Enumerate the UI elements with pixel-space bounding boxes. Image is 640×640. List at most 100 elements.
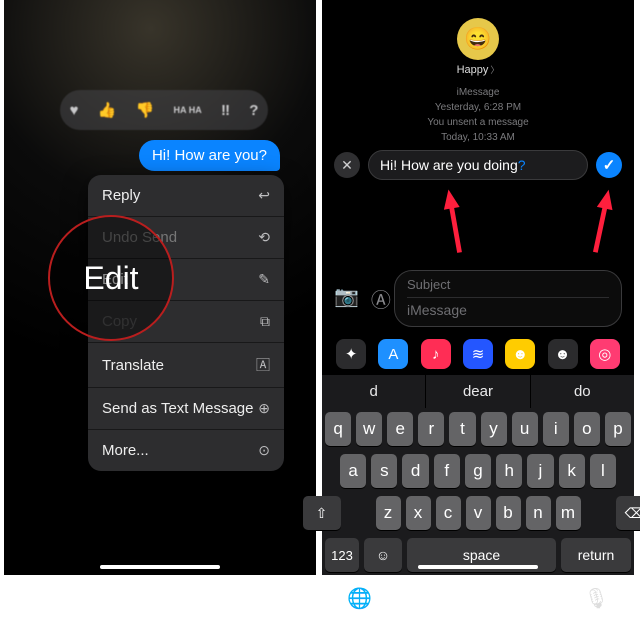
timestamp: Today, 10:33 AM <box>322 130 634 145</box>
thumbsdown-icon[interactable]: 👎 <box>136 101 155 119</box>
home-indicator[interactable] <box>418 565 538 569</box>
prediction[interactable]: dear <box>426 375 530 408</box>
key-shift[interactable]: ⇧ <box>303 496 341 530</box>
app-icon[interactable]: ♪ <box>421 339 451 369</box>
menu-more[interactable]: More... ⊙ <box>88 430 284 471</box>
timestamp: Yesterday, 6:28 PM <box>322 100 634 115</box>
key-y[interactable]: y <box>481 412 507 446</box>
key-return[interactable]: return <box>561 538 631 572</box>
key-w[interactable]: w <box>356 412 382 446</box>
menu-undo-send[interactable]: Undo Send ⟲ <box>88 217 284 259</box>
globe-icon[interactable]: 🌐 <box>347 586 372 611</box>
key-o[interactable]: o <box>574 412 600 446</box>
message-field[interactable]: iMessage <box>407 298 609 318</box>
conversation-header[interactable]: 😄 Happy〉 <box>322 18 634 76</box>
key-z[interactable]: z <box>376 496 401 530</box>
label: Undo Send <box>102 229 177 246</box>
compose-field[interactable]: Subject iMessage <box>394 270 622 327</box>
app-icon[interactable]: A <box>378 339 408 369</box>
key-x[interactable]: x <box>406 496 431 530</box>
label: Copy <box>102 313 137 330</box>
imessage-app-strip[interactable]: ✦ A ♪ ≋ ☻ ☻ ◎ <box>322 335 634 373</box>
unsent-notice: You unsent a message <box>322 115 634 130</box>
app-icon[interactable]: ≋ <box>463 339 493 369</box>
app-icon[interactable]: ✦ <box>336 339 366 369</box>
key-m[interactable]: m <box>556 496 581 530</box>
send-icon: ⊕ <box>258 400 270 417</box>
app-icon[interactable]: ☻ <box>505 339 535 369</box>
key-n[interactable]: n <box>526 496 551 530</box>
sent-message[interactable]: Hi! How are you? <box>139 140 280 171</box>
annotation-arrow <box>587 185 617 257</box>
key-d[interactable]: d <box>402 454 428 488</box>
menu-edit[interactable]: Edit ✎ <box>88 259 284 301</box>
key-k[interactable]: k <box>559 454 585 488</box>
menu-copy[interactable]: Copy ⧉ <box>88 301 284 343</box>
left-screenshot: ♥ 👍 👎 HA HA ‼ ? Hi! How are you? Reply ↩… <box>4 0 316 575</box>
key-123[interactable]: 123 <box>325 538 359 572</box>
key-r[interactable]: r <box>418 412 444 446</box>
kb-row-3: ⇧zxcvbnm⌫ <box>325 496 631 530</box>
chevron-right-icon: 〉 <box>490 65 499 75</box>
key-u[interactable]: u <box>512 412 538 446</box>
edit-message-row: ✕ Hi! How are you doing? ✓ <box>334 148 622 182</box>
key-j[interactable]: j <box>527 454 553 488</box>
key-q[interactable]: q <box>325 412 351 446</box>
prediction[interactable]: do <box>531 375 634 408</box>
kb-row-1: qwertyuiop <box>325 412 631 446</box>
key-s[interactable]: s <box>371 454 397 488</box>
label: Translate <box>102 357 164 374</box>
camera-icon[interactable]: 📷 <box>334 284 359 313</box>
key-a[interactable]: a <box>340 454 366 488</box>
subject-field[interactable]: Subject <box>407 277 609 298</box>
home-indicator[interactable] <box>100 565 220 569</box>
undo-icon: ⟲ <box>258 229 270 246</box>
key-f[interactable]: f <box>434 454 460 488</box>
appstore-icon[interactable]: Ⓐ <box>371 284 391 313</box>
haha-icon[interactable]: HA HA <box>174 106 202 115</box>
key-v[interactable]: v <box>466 496 491 530</box>
prediction[interactable]: d <box>322 375 426 408</box>
mic-icon[interactable]: 🎙 <box>584 586 609 611</box>
label: More... <box>102 442 149 459</box>
compose-area: 📷 Ⓐ Subject iMessage <box>334 270 622 327</box>
menu-reply[interactable]: Reply ↩ <box>88 175 284 217</box>
service-label: iMessage <box>322 85 634 100</box>
menu-translate[interactable]: Translate 🄰 <box>88 343 284 388</box>
key-i[interactable]: i <box>543 412 569 446</box>
reply-icon: ↩ <box>258 187 270 204</box>
key-b[interactable]: b <box>496 496 521 530</box>
kb-bottom-row: 🌐 🎙 <box>325 580 631 611</box>
menu-send-as-text[interactable]: Send as Text Message ⊕ <box>88 388 284 430</box>
app-icon[interactable]: ☻ <box>548 339 578 369</box>
exclaim-icon[interactable]: ‼ <box>221 102 230 119</box>
contact-name[interactable]: Happy〉 <box>457 63 500 76</box>
translate-icon: 🄰 <box>256 355 270 375</box>
key-c[interactable]: c <box>436 496 461 530</box>
thumbsup-icon[interactable]: 👍 <box>98 101 117 119</box>
app-icon[interactable]: ◎ <box>590 339 620 369</box>
heart-icon[interactable]: ♥ <box>70 102 79 119</box>
confirm-edit-button[interactable]: ✓ <box>596 152 622 178</box>
key-backspace[interactable]: ⌫ <box>616 496 640 530</box>
kb-row-2: asdfghjkl <box>325 454 631 488</box>
key-l[interactable]: l <box>590 454 616 488</box>
key-h[interactable]: h <box>496 454 522 488</box>
right-screenshot: 😄 Happy〉 iMessage Yesterday, 6:28 PM You… <box>322 0 634 575</box>
label: Reply <box>102 187 140 204</box>
key-e[interactable]: e <box>387 412 413 446</box>
key-p[interactable]: p <box>605 412 631 446</box>
annotation-arrow <box>440 185 468 257</box>
avatar[interactable]: 😄 <box>457 18 499 60</box>
cancel-edit-button[interactable]: ✕ <box>334 152 360 178</box>
key-g[interactable]: g <box>465 454 491 488</box>
question-icon[interactable]: ? <box>249 102 258 119</box>
thread-metadata: iMessage Yesterday, 6:28 PM You unsent a… <box>322 85 634 145</box>
ellipsis-icon: ⊙ <box>258 442 270 459</box>
key-emoji[interactable]: ☺ <box>364 538 402 572</box>
edit-message-field[interactable]: Hi! How are you doing? <box>368 150 588 180</box>
copy-icon: ⧉ <box>260 313 270 330</box>
key-t[interactable]: t <box>449 412 475 446</box>
tapback-bar[interactable]: ♥ 👍 👎 HA HA ‼ ? <box>60 90 268 130</box>
label: Send as Text Message <box>102 400 253 417</box>
